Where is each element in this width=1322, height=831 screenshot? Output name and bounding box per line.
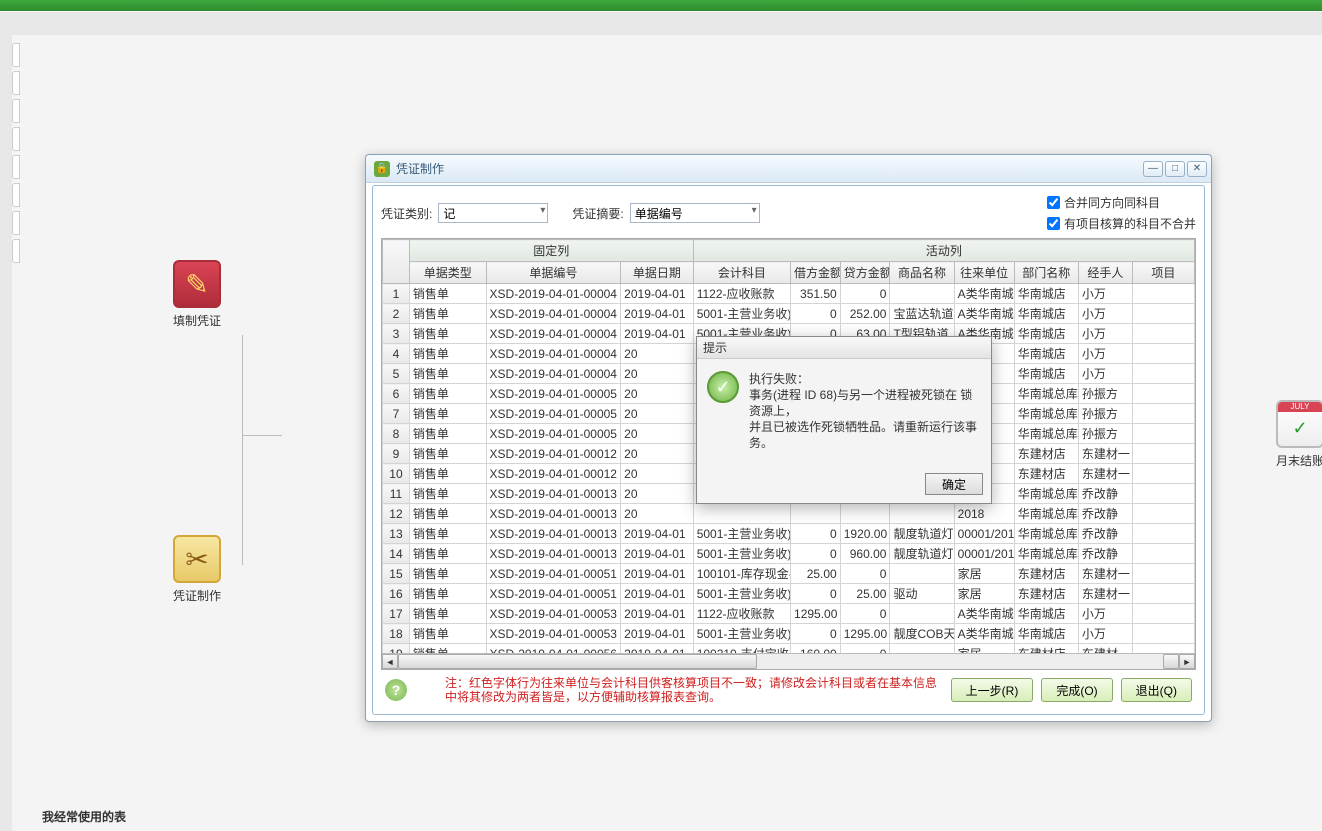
table-row[interactable]: 1销售单XSD-2019-04-01-000042019-04-011122-应… [383,284,1195,304]
scroll-thumb[interactable] [1163,654,1179,669]
checkbox-column: 合并同方向同科目 有项目核算的科目不合并 [1047,194,1196,232]
minimize-button[interactable]: — [1143,161,1163,177]
icon-label: 月末结账 [1270,452,1322,469]
desk-icon-edit-voucher[interactable]: 填制凭证 [167,260,227,329]
table-row[interactable]: 14销售单XSD-2019-04-01-000132019-04-015001-… [383,544,1195,564]
calendar-icon [1276,400,1322,448]
table-row[interactable]: 17销售单XSD-2019-04-01-000532019-04-011122-… [383,604,1195,624]
form-row: 凭证类别: 凭证摘要: 合并同方向同科目 有项目核算的科目不合并 [381,194,1196,232]
table-row[interactable]: 15销售单XSD-2019-04-01-000512019-04-0110010… [383,564,1195,584]
side-tabs [12,43,20,267]
side-tab[interactable] [12,127,20,151]
checkbox-icon[interactable] [1047,196,1060,209]
summary-label: 凭证摘要: [572,205,623,222]
dialog-text: 执行失败： 事务(进程 ID 68)与另一个进程被死锁在 锁 资源上， 并且已被… [749,371,981,451]
desk-icon-make-voucher[interactable]: 凭证制作 [167,535,227,604]
window-title: 凭证制作 [396,160,1141,177]
column-header[interactable]: 单据日期 [621,262,694,284]
column-header[interactable]: 单据类型 [409,262,486,284]
type-combo[interactable] [438,203,548,223]
column-header[interactable]: 经手人 [1078,262,1132,284]
side-tab[interactable] [12,211,20,235]
flow-connector [242,335,243,565]
close-button[interactable]: ✕ [1187,161,1207,177]
scroll-left-button[interactable]: ◄ [382,654,398,669]
icon-label: 填制凭证 [167,312,227,329]
table-row[interactable]: 16销售单XSD-2019-04-01-000512019-04-015001-… [383,584,1195,604]
horizontal-scrollbar[interactable]: ◄ ► [382,653,1195,669]
checkbox-icon[interactable] [1047,217,1060,230]
side-tab[interactable] [12,155,20,179]
finish-button[interactable]: 完成(O) [1041,678,1112,702]
table-row[interactable]: 12销售单XSD-2019-04-01-00013202018华南城总库乔改静 [383,504,1195,524]
flow-connector [242,435,282,436]
column-header[interactable]: 往来单位 [954,262,1014,284]
side-tab[interactable] [12,239,20,263]
table-row[interactable]: 18销售单XSD-2019-04-01-000532019-04-015001-… [383,624,1195,644]
app-top-bar [0,0,1322,12]
table-row[interactable]: 2销售单XSD-2019-04-01-000042019-04-015001-主… [383,304,1195,324]
prev-button[interactable]: 上一步(R) [951,678,1034,702]
type-label: 凭证类别: [381,205,432,222]
edit-icon [173,260,221,308]
icon-label: 凭证制作 [167,587,227,604]
help-icon[interactable]: ? [385,679,407,701]
window-title-bar[interactable]: 🔒 凭证制作 — □ ✕ [366,155,1211,183]
dialog-body: ✓ 执行失败： 事务(进程 ID 68)与另一个进程被死锁在 锁 资源上， 并且… [697,359,991,463]
project-checkbox[interactable]: 有项目核算的科目不合并 [1047,215,1196,232]
lock-icon: 🔒 [374,161,390,177]
column-header[interactable]: 贷方金额 [840,262,890,284]
scroll-track[interactable] [398,654,1179,669]
side-tab[interactable] [12,99,20,123]
column-header[interactable]: 借方金额 [791,262,841,284]
column-group-fixed[interactable]: 固定列 [409,240,693,262]
side-tab[interactable] [12,71,20,95]
check-icon: ✓ [707,371,739,403]
dialog-buttons: 确定 [925,473,983,495]
footer-note: 注：红色字体行为往来单位与会计科目供客核算项目不一致；请修改会计科目或者在基本信… [415,676,943,704]
column-header[interactable]: 项目 [1132,262,1194,284]
dialog-title[interactable]: 提示 [697,337,991,359]
desk-icon-month-close[interactable]: 月末结账 [1270,400,1322,469]
side-tab[interactable] [12,183,20,207]
scroll-thumb[interactable] [398,654,757,669]
exit-button[interactable]: 退出(Q) [1121,678,1192,702]
summary-combo[interactable] [630,203,760,223]
column-header[interactable]: 商品名称 [890,262,954,284]
window-footer: ? 注：红色字体行为往来单位与会计科目供客核算项目不一致；请修改会计科目或者在基… [381,670,1196,706]
column-header[interactable]: 会计科目 [693,262,790,284]
compass-icon [173,535,221,583]
section-title: 我经常使用的表 [42,808,126,825]
column-group-active[interactable]: 活动列 [693,240,1194,262]
column-header[interactable]: 单据编号 [486,262,621,284]
ok-button[interactable]: 确定 [925,473,983,495]
message-dialog: 提示 ✓ 执行失败： 事务(进程 ID 68)与另一个进程被死锁在 锁 资源上，… [696,336,992,504]
scroll-right-button[interactable]: ► [1179,654,1195,669]
column-header[interactable] [383,240,410,284]
merge-checkbox[interactable]: 合并同方向同科目 [1047,194,1196,211]
side-tab[interactable] [12,43,20,67]
table-row[interactable]: 13销售单XSD-2019-04-01-000132019-04-015001-… [383,524,1195,544]
maximize-button[interactable]: □ [1165,161,1185,177]
column-header[interactable]: 部门名称 [1014,262,1078,284]
